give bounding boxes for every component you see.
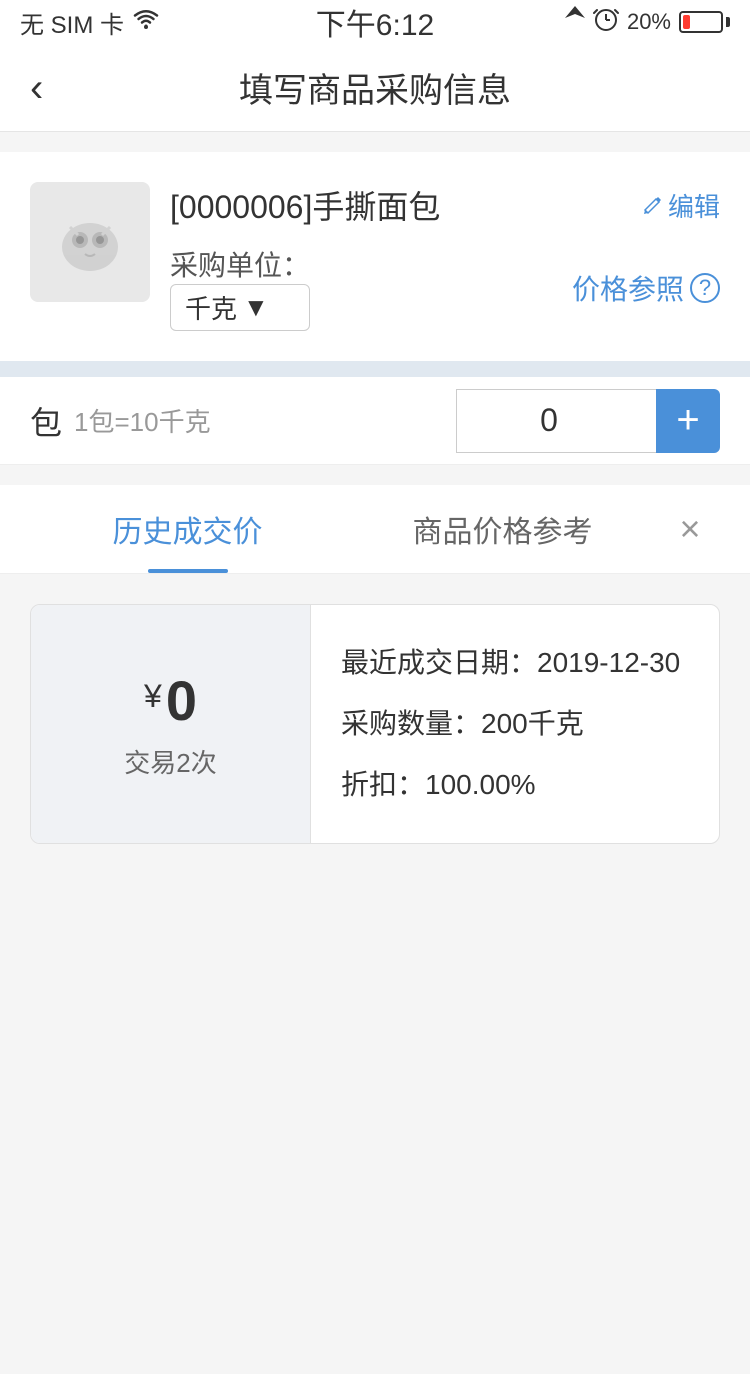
tabs-container: 历史成交价 商品价格参考 ×	[0, 485, 750, 574]
quantity-label: 包 1包=10千克	[30, 398, 211, 444]
alarm-icon	[593, 6, 619, 38]
status-left: 无 SIM 卡	[20, 5, 160, 40]
product-logo-icon	[50, 202, 130, 282]
tab-history-price[interactable]: 历史成交价	[30, 485, 345, 573]
wifi-icon	[132, 8, 160, 37]
header: ‹ 填写商品采购信息	[0, 44, 750, 132]
history-qty-row: 采购数量：200千克	[341, 702, 689, 747]
back-button[interactable]: ‹	[30, 68, 43, 108]
status-right: 20%	[565, 6, 730, 38]
help-icon: ?	[690, 273, 720, 303]
product-unit-row: 采购单位： 千克 ▼ 价格参照 ?	[170, 244, 720, 331]
history-price-left: ¥ 0 交易2次	[31, 605, 311, 843]
section-divider	[0, 361, 750, 377]
battery-percent: 20%	[627, 9, 671, 35]
history-trade-count: 交易2次	[124, 743, 216, 780]
quantity-input-group: +	[456, 389, 720, 453]
chevron-down-icon: ▼	[243, 292, 269, 323]
history-discount-row: 折扣：100.00%	[341, 763, 689, 808]
unit-select[interactable]: 千克 ▼	[170, 284, 310, 331]
tab-product-price-ref[interactable]: 商品价格参考	[345, 485, 660, 573]
history-card: ¥ 0 交易2次 最近成交日期：2019-12-30 采购数量：200千克 折扣…	[30, 604, 720, 844]
location-icon	[565, 6, 585, 38]
product-image	[30, 182, 150, 302]
status-time: 下午6:12	[316, 0, 434, 44]
quantity-row: 包 1包=10千克 +	[0, 377, 750, 465]
history-section: ¥ 0 交易2次 最近成交日期：2019-12-30 采购数量：200千克 折扣…	[0, 574, 750, 874]
status-bar: 无 SIM 卡 下午6:12 20	[0, 0, 750, 44]
product-info: [0000006]手撕面包 编辑 采购单位： 千克 ▼ 价格参照	[170, 182, 720, 331]
carrier-text: 无 SIM 卡	[20, 5, 124, 40]
tabs-row: 历史成交价 商品价格参考 ×	[0, 485, 750, 573]
history-price-value: ¥ 0	[144, 668, 197, 733]
history-date-row: 最近成交日期：2019-12-30	[341, 641, 689, 686]
price-ref-button[interactable]: 价格参照 ?	[572, 268, 720, 308]
product-name: [0000006]手撕面包	[170, 182, 440, 228]
battery-icon	[679, 11, 730, 33]
unit-conversion-note: 1包=10千克	[74, 402, 211, 439]
edit-icon	[642, 194, 664, 216]
quantity-plus-button[interactable]: +	[656, 389, 720, 453]
product-header-row: [0000006]手撕面包 编辑	[170, 182, 720, 228]
footer-space	[0, 874, 750, 1374]
page-title: 填写商品采购信息	[239, 63, 511, 112]
history-details-right: 最近成交日期：2019-12-30 采购数量：200千克 折扣：100.00%	[311, 605, 719, 843]
edit-button[interactable]: 编辑	[642, 187, 720, 224]
quantity-input[interactable]	[456, 389, 656, 453]
product-card: [0000006]手撕面包 编辑 采购单位： 千克 ▼ 价格参照	[0, 152, 750, 361]
tab-close-button[interactable]: ×	[660, 499, 720, 559]
unit-field: 采购单位： 千克 ▼	[170, 244, 310, 331]
